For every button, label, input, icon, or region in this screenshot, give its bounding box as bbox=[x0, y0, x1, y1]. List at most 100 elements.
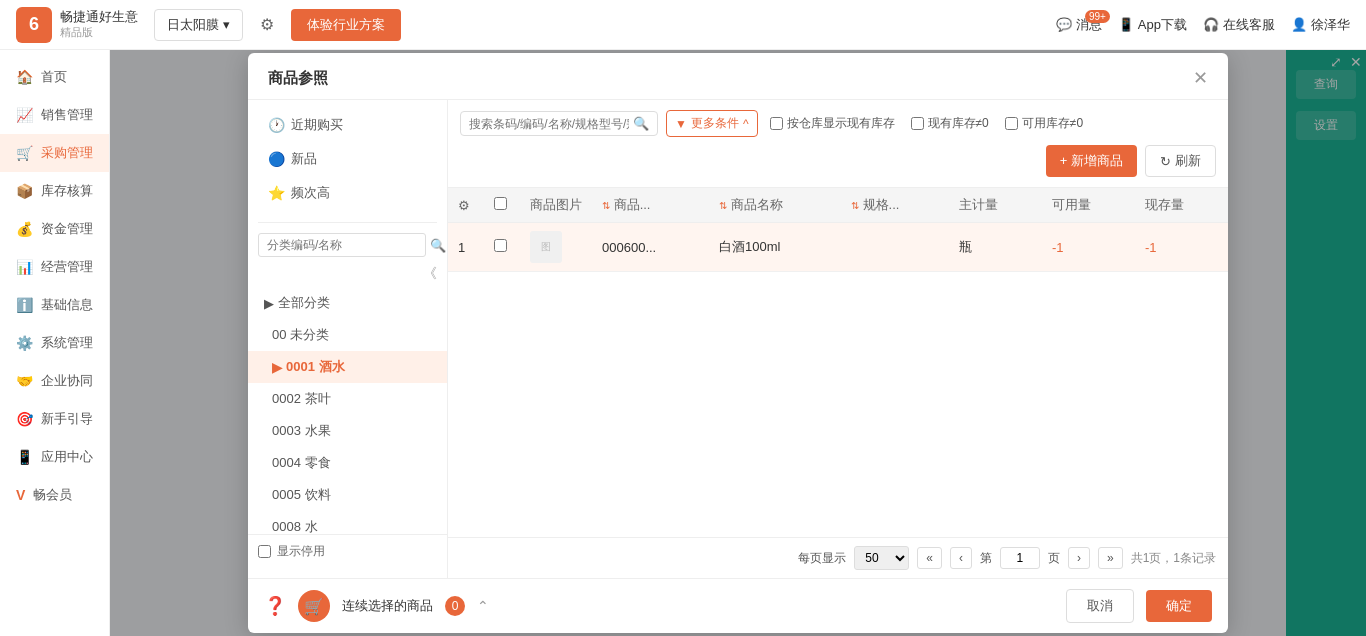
online-service-nav-item[interactable]: 🎧 在线客服 bbox=[1203, 16, 1275, 34]
logo-line1: 畅捷通好生意 bbox=[60, 9, 138, 26]
category-search-input[interactable] bbox=[258, 233, 426, 257]
cat-item-water[interactable]: 0008 水 bbox=[248, 511, 447, 534]
next-page-button[interactable]: › bbox=[1068, 547, 1090, 569]
quick-btn-new[interactable]: 🔵 新品 bbox=[258, 144, 437, 174]
quick-label-recent: 近期购买 bbox=[291, 116, 343, 134]
checkbox-by-warehouse[interactable]: 按仓库显示现有库存 bbox=[770, 115, 895, 132]
cat-item-all[interactable]: ▶ 全部分类 bbox=[248, 287, 447, 319]
per-page-select[interactable]: 50 10 20 100 bbox=[854, 546, 909, 570]
selected-label: 连续选择的商品 bbox=[342, 597, 433, 615]
cat-item-tea[interactable]: 0002 茶叶 bbox=[248, 383, 447, 415]
logo-line2: 精品版 bbox=[60, 25, 138, 40]
category-search-area: 🔍 bbox=[248, 229, 447, 265]
clock-icon: 🕐 bbox=[268, 117, 285, 133]
help-icon[interactable]: ❓ bbox=[264, 595, 286, 617]
checkbox-by-warehouse-input[interactable] bbox=[770, 117, 783, 130]
cat-item-uncategorized[interactable]: 00 未分类 bbox=[248, 319, 447, 351]
user-icon: 👤 bbox=[1291, 17, 1307, 32]
modal-header: 商品参照 ✕ bbox=[248, 53, 1228, 100]
th-image: 商品图片 bbox=[520, 188, 592, 223]
total-info: 共1页，1条记录 bbox=[1131, 550, 1216, 567]
online-service-label: 在线客服 bbox=[1223, 16, 1275, 34]
more-filters-button[interactable]: ▼ 更多条件 ^ bbox=[666, 110, 758, 137]
last-page-button[interactable]: » bbox=[1098, 547, 1123, 569]
modal-close-button[interactable]: ✕ bbox=[1193, 67, 1208, 89]
messages-nav-item[interactable]: 💬 消息 99+ bbox=[1056, 16, 1102, 34]
sidebar-item-home[interactable]: 🏠 首页 bbox=[0, 58, 109, 96]
table-row[interactable]: 1 图 bbox=[448, 223, 1228, 272]
cat-arrow-all: ▶ bbox=[264, 296, 274, 311]
sidebar-item-vip[interactable]: V 畅会员 bbox=[0, 476, 109, 514]
cancel-button[interactable]: 取消 bbox=[1066, 589, 1134, 623]
divider bbox=[258, 222, 437, 223]
settings-icon[interactable]: ⚙ bbox=[251, 9, 283, 41]
experience-button[interactable]: 体验行业方案 bbox=[291, 9, 401, 41]
category-search-icon[interactable]: 🔍 bbox=[430, 238, 446, 253]
panel-collapse-icon[interactable]: 《 bbox=[423, 265, 437, 283]
info-icon: ℹ️ bbox=[16, 297, 33, 313]
show-disabled-toggle[interactable]: 显示停用 bbox=[258, 543, 437, 560]
sidebar-item-sales[interactable]: 📈 销售管理 bbox=[0, 96, 109, 134]
sidebar-label-apps: 应用中心 bbox=[41, 448, 93, 466]
checkbox-available-nonzero-input[interactable] bbox=[1005, 117, 1018, 130]
filter-checkboxes: 按仓库显示现有库存 现有库存≠0 可用库存≠0 bbox=[770, 115, 1084, 132]
cell-img: 图 bbox=[520, 223, 592, 272]
checkbox-stock-nonzero-input[interactable] bbox=[911, 117, 924, 130]
chevron-down-icon: ▾ bbox=[223, 17, 230, 32]
th-settings[interactable]: ⚙ bbox=[448, 188, 484, 223]
logo-icon: 6 bbox=[16, 7, 52, 43]
th-spec[interactable]: ⇅ 规格... bbox=[841, 188, 949, 223]
sidebar-item-operations[interactable]: 📊 经营管理 bbox=[0, 248, 109, 286]
refresh-button[interactable]: ↻ 刷新 bbox=[1145, 145, 1216, 177]
add-product-button[interactable]: + 新增商品 bbox=[1046, 145, 1137, 177]
cat-item-liquor[interactable]: ▶ 0001 酒水 bbox=[248, 351, 447, 383]
right-panel: 🔍 ▼ 更多条件 ^ 按仓库显示现有库存 bbox=[448, 100, 1228, 578]
main-area: 查询 设置 ✕ ⤢ 商品参照 ✕ 🕐 bbox=[110, 50, 1366, 636]
checkbox-available-nonzero-label: 可用库存≠0 bbox=[1022, 115, 1083, 132]
store-dropdown[interactable]: 日太阳膜 ▾ bbox=[154, 9, 243, 41]
page-number-input[interactable] bbox=[1000, 547, 1040, 569]
left-panel: 🕐 近期购买 🔵 新品 ⭐ 频次高 bbox=[248, 100, 448, 578]
th-name[interactable]: ⇅ 商品名称 bbox=[709, 188, 841, 223]
first-page-button[interactable]: « bbox=[917, 547, 942, 569]
product-reference-modal: 商品参照 ✕ 🕐 近期购买 🔵 bbox=[248, 53, 1228, 633]
cart-icon-button[interactable]: 🛒 bbox=[298, 590, 330, 622]
sidebar-item-guide[interactable]: 🎯 新手引导 bbox=[0, 400, 109, 438]
cell-check[interactable] bbox=[484, 223, 520, 272]
show-disabled-checkbox[interactable] bbox=[258, 545, 271, 558]
th-checkbox[interactable] bbox=[484, 188, 520, 223]
sidebar-item-finance[interactable]: 💰 资金管理 bbox=[0, 210, 109, 248]
cat-item-snacks[interactable]: 0004 零食 bbox=[248, 447, 447, 479]
modal-footer: ❓ 🛒 连续选择的商品 0 ⌃ 取消 确定 bbox=[248, 578, 1228, 633]
sidebar-item-inventory[interactable]: 📦 库存核算 bbox=[0, 172, 109, 210]
home-icon: 🏠 bbox=[16, 69, 33, 85]
sidebar-item-apps[interactable]: 📱 应用中心 bbox=[0, 438, 109, 476]
checkbox-available-nonzero[interactable]: 可用库存≠0 bbox=[1005, 115, 1083, 132]
cell-unit: 瓶 bbox=[949, 223, 1042, 272]
row-checkbox[interactable] bbox=[494, 239, 507, 252]
select-all-checkbox[interactable] bbox=[494, 197, 507, 210]
prev-page-button[interactable]: ‹ bbox=[950, 547, 972, 569]
product-search-input[interactable] bbox=[469, 117, 629, 131]
cat-item-fruit[interactable]: 0003 水果 bbox=[248, 415, 447, 447]
sidebar-item-basic-info[interactable]: ℹ️ 基础信息 bbox=[0, 286, 109, 324]
checkbox-stock-nonzero[interactable]: 现有库存≠0 bbox=[911, 115, 989, 132]
modal-overlay: 商品参照 ✕ 🕐 近期购买 🔵 bbox=[110, 50, 1366, 636]
quick-btn-frequent[interactable]: ⭐ 频次高 bbox=[258, 178, 437, 208]
sidebar-item-enterprise[interactable]: 🤝 企业协同 bbox=[0, 362, 109, 400]
app-download-nav-item[interactable]: 📱 App下载 bbox=[1118, 16, 1187, 34]
quick-btn-recent[interactable]: 🕐 近期购买 bbox=[258, 110, 437, 140]
user-avatar[interactable]: 👤 徐泽华 bbox=[1291, 16, 1350, 34]
apps-icon: 📱 bbox=[16, 449, 33, 465]
th-code[interactable]: ⇅ 商品... bbox=[592, 188, 709, 223]
footer-collapse-icon[interactable]: ⌃ bbox=[477, 598, 489, 614]
guide-icon: 🎯 bbox=[16, 411, 33, 427]
sidebar-item-purchase[interactable]: 🛒 采购管理 bbox=[0, 134, 109, 172]
cat-item-drinks[interactable]: 0005 饮料 bbox=[248, 479, 447, 511]
confirm-button[interactable]: 确定 bbox=[1146, 590, 1212, 622]
quick-label-frequent: 频次高 bbox=[291, 184, 330, 202]
sidebar-label-vip: 畅会员 bbox=[33, 486, 72, 504]
sidebar-item-system[interactable]: ⚙️ 系统管理 bbox=[0, 324, 109, 362]
product-search-icon[interactable]: 🔍 bbox=[633, 116, 649, 131]
toolbar-right: + 新增商品 ↻ 刷新 bbox=[1046, 145, 1216, 177]
